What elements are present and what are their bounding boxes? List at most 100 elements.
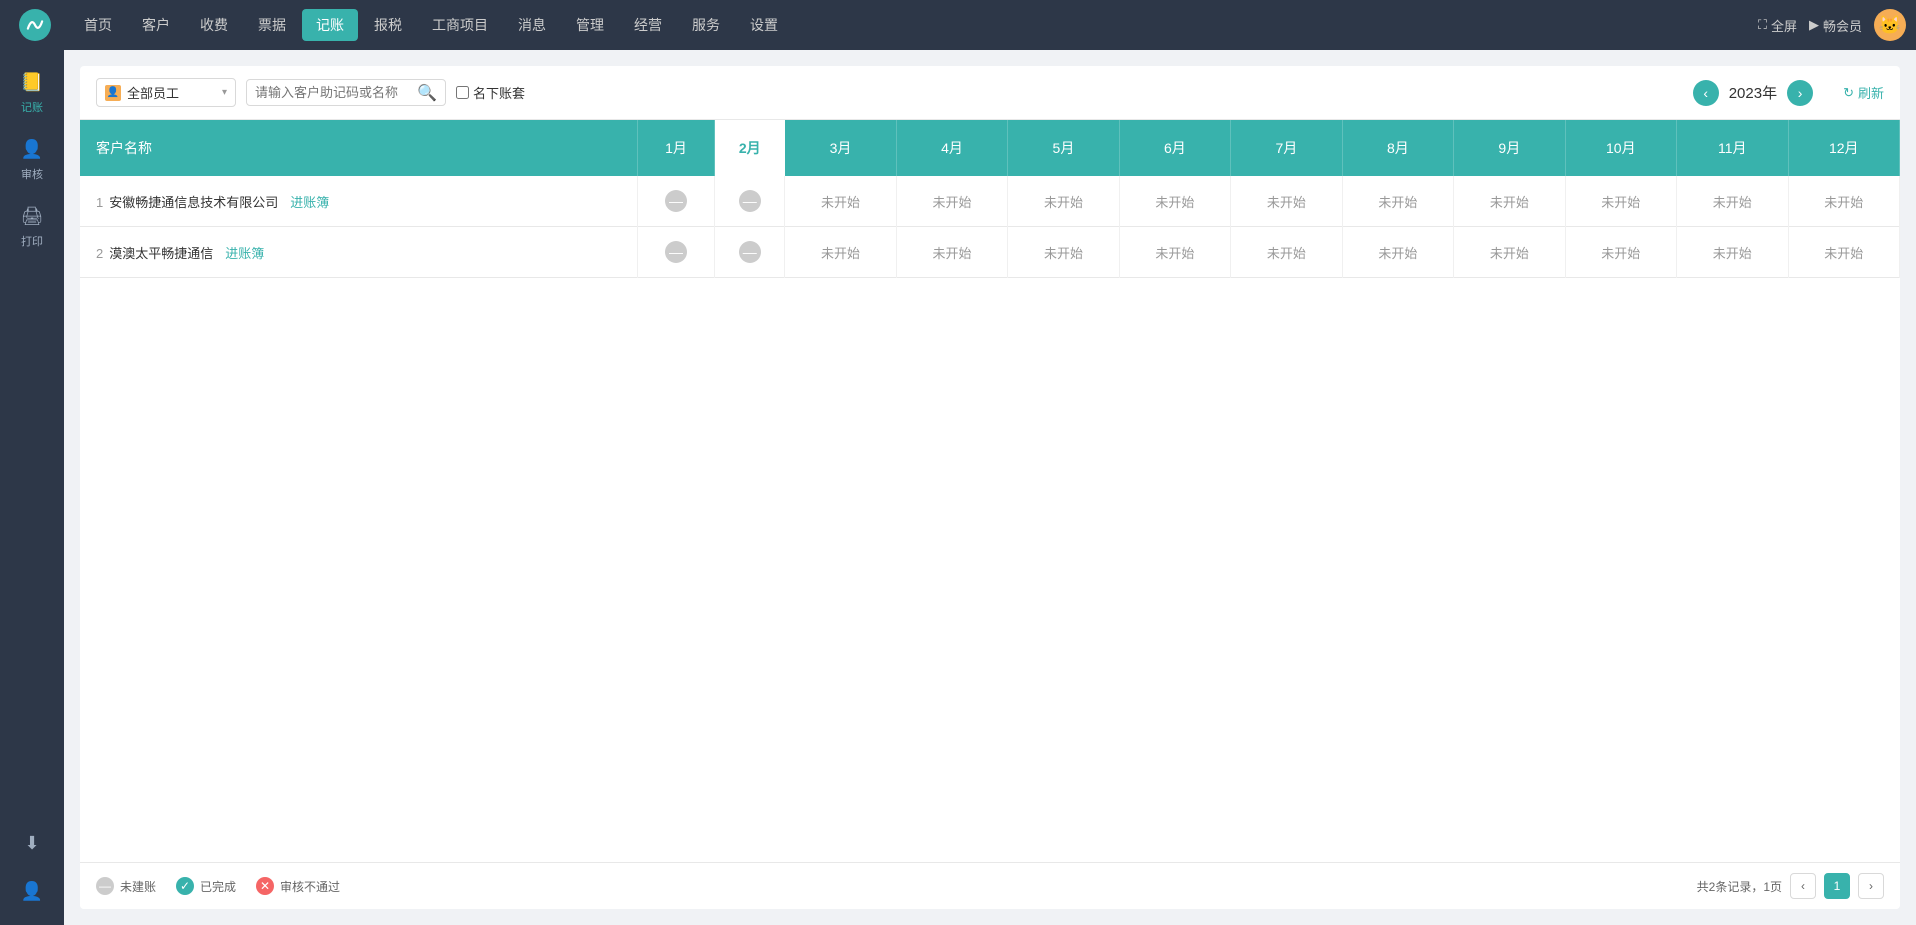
sidebar-item-label-print: 打印 [21,233,43,249]
nav-manage[interactable]: 管理 [562,9,618,41]
member-button[interactable]: ▶ 畅会员 [1809,16,1862,35]
enter-ledger-link[interactable]: 进账簿 [225,246,264,261]
nav-message[interactable]: 消息 [504,9,560,41]
status-dash-icon: — [665,241,687,263]
month-cell: 未开始 [1788,176,1900,227]
col-mar: 3月 [785,120,896,176]
next-year-button[interactable]: › [1787,80,1813,106]
client-cell: 2 漠澳太平畅捷通信进账簿 [80,227,637,278]
col-oct: 10月 [1565,120,1676,176]
status-dash-icon: — [739,241,761,263]
nav-service[interactable]: 服务 [678,9,734,41]
status-dash-icon: — [739,190,761,212]
sidebar-item-download[interactable]: ⬇ [0,819,64,867]
member-label: 畅会员 [1823,16,1862,35]
status-not-started: 未开始 [1378,246,1417,261]
search-button[interactable]: 🔍 [412,78,442,108]
sidebar-item-bookkeeping[interactable]: 📒 记账 [0,58,64,125]
nav-business[interactable]: 工商项目 [418,9,502,41]
legend-label-completed: 已完成 [200,878,236,895]
status-not-started: 未开始 [1824,246,1863,261]
nav-home[interactable]: 首页 [70,9,126,41]
status-not-started: 未开始 [1044,246,1083,261]
fullscreen-icon: ⛶ [1758,17,1767,33]
sidebar-item-print[interactable]: 🖨 打印 [0,192,64,259]
profile-icon: 👤 [18,877,46,905]
col-sep: 9月 [1454,120,1565,176]
nav-bookkeeping[interactable]: 记账 [302,9,358,41]
nav-invoice[interactable]: 票据 [244,9,300,41]
month-cell: 未开始 [785,176,896,227]
month-cell: 未开始 [1119,176,1230,227]
sidebar-item-audit[interactable]: 👤 审核 [0,125,64,192]
month-cell: 未开始 [1565,227,1676,278]
bookkeeping-icon: 📒 [18,68,46,96]
nav-menu: 首页 客户 收费 票据 记账 报税 工商项目 消息 管理 经营 服务 设置 [70,9,1758,41]
fullscreen-button[interactable]: ⛶ 全屏 [1758,16,1797,35]
client-name: 漠澳太平畅捷通信 [109,246,213,261]
month-cell: 未开始 [1342,227,1453,278]
month-cell: 未开始 [1788,227,1900,278]
status-not-started: 未开始 [1601,195,1640,210]
status-not-started: 未开始 [1601,246,1640,261]
table-footer: — 未建账 ✓ 已完成 ✕ 审核不通过 共2条记录，1页 ‹ 1 › [80,862,1900,909]
refresh-button[interactable]: ↻ 刷新 [1843,83,1884,102]
row-index: 2 [96,246,103,261]
status-not-started: 未开始 [932,195,971,210]
employee-select[interactable]: 👤 全部员工 ▾ [96,78,236,107]
chevron-down-icon: ▾ [222,87,227,98]
fullscreen-label: 全屏 [1771,16,1797,35]
col-jul: 7月 [1231,120,1342,176]
col-aug: 8月 [1342,120,1453,176]
status-not-started: 未开始 [1155,195,1194,210]
nav-right-area: ⛶ 全屏 ▶ 畅会员 🐱 [1758,9,1906,41]
table-row: 1 安徽畅捷通信息技术有限公司进账簿 — — 未开始 未开始 未开始 未开始 未开始 未开始 未开始… [80,176,1900,227]
page-1-button[interactable]: 1 [1824,873,1850,899]
status-not-started: 未开始 [1824,195,1863,210]
month-cell: — [637,227,715,278]
col-client-name: 客户名称 [80,120,637,176]
month-cell: 未开始 [1119,227,1230,278]
col-apr: 4月 [896,120,1007,176]
legend-dot-rejected: ✕ [256,877,274,895]
status-dash-icon: — [665,190,687,212]
top-navigation: 首页 客户 收费 票据 记账 报税 工商项目 消息 管理 经营 服务 设置 ⛶ … [0,0,1916,50]
nav-fee[interactable]: 收费 [186,9,242,41]
month-cell: 未开始 [896,176,1007,227]
refresh-icon: ↻ [1843,85,1854,101]
month-cell: 未开始 [1231,227,1342,278]
data-table: 客户名称 1月 2月 3月 4月 5月 6月 7月 8月 9月 [80,120,1900,278]
own-accounts-checkbox[interactable] [456,86,469,99]
enter-ledger-link[interactable]: 进账簿 [290,195,329,210]
legend-dot-completed: ✓ [176,877,194,895]
month-cell: 未开始 [1454,176,1565,227]
checkbox-own-accounts[interactable]: 名下账套 [456,83,525,102]
prev-page-button[interactable]: ‹ [1790,873,1816,899]
status-not-started: 未开始 [932,246,971,261]
row-index: 1 [96,195,103,210]
nav-tax[interactable]: 报税 [360,9,416,41]
status-not-started: 未开始 [1490,195,1529,210]
legend-label-rejected: 审核不通过 [280,878,340,895]
col-feb: 2月 [715,120,785,176]
user-avatar[interactable]: 🐱 [1874,9,1906,41]
status-not-started: 未开始 [1267,246,1306,261]
status-not-started: 未开始 [1267,195,1306,210]
nav-settings[interactable]: 设置 [736,9,792,41]
sidebar-item-profile[interactable]: 👤 [0,867,64,915]
legend-not-started: — 未建账 [96,877,156,895]
col-dec: 12月 [1788,120,1900,176]
col-may: 5月 [1008,120,1119,176]
main-layout: 📒 记账 👤 审核 🖨 打印 ⬇ 👤 👤 全部员工 [0,50,1916,925]
next-page-button[interactable]: › [1858,873,1884,899]
year-navigation: ‹ 2023年 › [1693,80,1813,106]
download-icon: ⬇ [18,829,46,857]
prev-year-button[interactable]: ‹ [1693,80,1719,106]
refresh-label: 刷新 [1858,83,1884,102]
content-panel: 👤 全部员工 ▾ 🔍 名下账套 ‹ 2023年 › [80,66,1900,909]
status-not-started: 未开始 [1155,246,1194,261]
sidebar-bottom-area: ⬇ 👤 [0,819,64,925]
client-name: 安徽畅捷通信息技术有限公司 [109,195,278,210]
nav-operation[interactable]: 经营 [620,9,676,41]
nav-client[interactable]: 客户 [128,9,184,41]
